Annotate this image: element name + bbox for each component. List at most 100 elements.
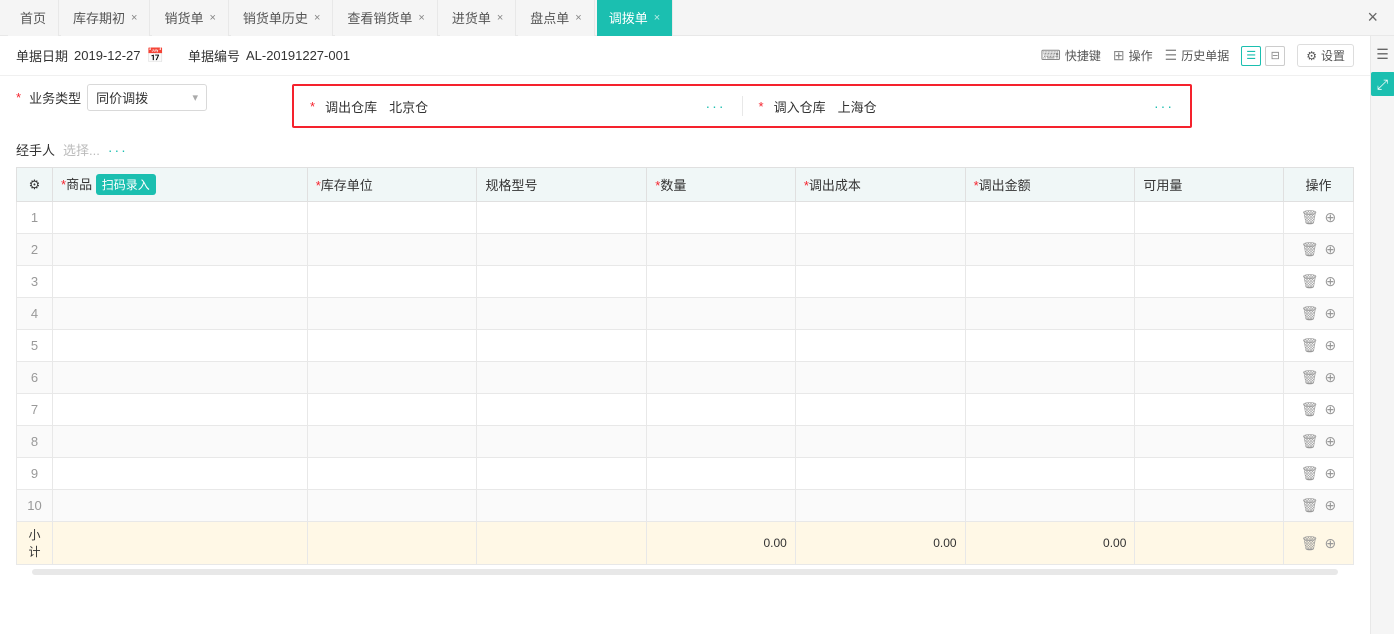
- cost-cell[interactable]: [795, 234, 965, 266]
- tab-transfer[interactable]: 调拨单×: [597, 0, 673, 36]
- scroll-indicator[interactable]: [32, 569, 1338, 575]
- tab-close-view-sales[interactable]: ×: [418, 12, 424, 24]
- amount-cell[interactable]: [965, 330, 1135, 362]
- delete-row-icon[interactable]: 🗑: [1301, 209, 1319, 226]
- copy-row-icon[interactable]: ⊕: [1325, 209, 1337, 226]
- delete-row-icon[interactable]: 🗑: [1301, 433, 1319, 450]
- layout-list-icon[interactable]: ☰: [1241, 46, 1261, 66]
- product-cell[interactable]: [53, 458, 308, 490]
- tab-close-sales-history[interactable]: ×: [314, 12, 320, 24]
- spec-cell[interactable]: [477, 202, 647, 234]
- cost-cell[interactable]: [795, 490, 965, 522]
- handler-more-btn[interactable]: ···: [108, 142, 128, 158]
- copy-row-icon[interactable]: ⊕: [1325, 305, 1337, 322]
- close-window-button[interactable]: ×: [1359, 7, 1386, 28]
- cost-cell[interactable]: [795, 202, 965, 234]
- product-cell[interactable]: [53, 234, 308, 266]
- qty-cell[interactable]: [647, 362, 796, 394]
- tab-close-transfer[interactable]: ×: [654, 12, 660, 24]
- spec-cell[interactable]: [477, 362, 647, 394]
- delete-row-icon[interactable]: 🗑: [1301, 497, 1319, 514]
- operations-button[interactable]: ⊞ 操作: [1113, 47, 1153, 64]
- cost-cell[interactable]: [795, 426, 965, 458]
- settings-button[interactable]: ⚙ 设置: [1297, 44, 1354, 67]
- tab-close-opening[interactable]: ×: [131, 12, 137, 24]
- in-warehouse-more-btn[interactable]: ···: [1154, 98, 1174, 114]
- handler-input[interactable]: 选择...: [63, 140, 100, 159]
- product-cell[interactable]: [53, 202, 308, 234]
- delete-row-icon[interactable]: 🗑: [1301, 241, 1319, 258]
- product-cell[interactable]: [53, 266, 308, 298]
- delete-row-icon[interactable]: 🗑: [1301, 305, 1319, 322]
- qty-cell[interactable]: [647, 426, 796, 458]
- tab-close-stocktake[interactable]: ×: [575, 12, 581, 24]
- history-button[interactable]: ☰ 历史单据: [1165, 47, 1230, 64]
- amount-cell[interactable]: [965, 234, 1135, 266]
- unit-cell[interactable]: [307, 202, 477, 234]
- qty-cell[interactable]: [647, 266, 796, 298]
- business-type-selector[interactable]: 同价调拨 ▾: [87, 84, 207, 111]
- tab-home[interactable]: 首页: [8, 0, 59, 36]
- tab-close-sales-order[interactable]: ×: [209, 12, 215, 24]
- copy-row-icon[interactable]: ⊕: [1325, 433, 1337, 450]
- delete-row-icon[interactable]: 🗑: [1301, 337, 1319, 354]
- spec-cell[interactable]: [477, 426, 647, 458]
- spec-cell[interactable]: [477, 458, 647, 490]
- product-cell[interactable]: [53, 298, 308, 330]
- delete-row-icon[interactable]: 🗑: [1301, 273, 1319, 290]
- delete-row-icon[interactable]: 🗑: [1301, 369, 1319, 386]
- cost-cell[interactable]: [795, 394, 965, 426]
- amount-cell[interactable]: [965, 394, 1135, 426]
- copy-row-icon[interactable]: ⊕: [1325, 401, 1337, 418]
- amount-cell[interactable]: [965, 202, 1135, 234]
- sidebar-expand-icon[interactable]: ⤢: [1371, 72, 1394, 96]
- copy-icon[interactable]: ⊕: [1325, 535, 1337, 552]
- product-cell[interactable]: [53, 394, 308, 426]
- tab-sales-history[interactable]: 销货单历史×: [231, 0, 333, 36]
- unit-cell[interactable]: [307, 426, 477, 458]
- amount-cell[interactable]: [965, 298, 1135, 330]
- tab-purchase[interactable]: 进货单×: [440, 0, 516, 36]
- tab-stocktake[interactable]: 盘点单×: [518, 0, 594, 36]
- unit-cell[interactable]: [307, 330, 477, 362]
- shortcut-button[interactable]: ⌨ 快捷键: [1041, 47, 1101, 64]
- amount-cell[interactable]: [965, 362, 1135, 394]
- amount-cell[interactable]: [965, 458, 1135, 490]
- unit-cell[interactable]: [307, 234, 477, 266]
- cost-cell[interactable]: [795, 330, 965, 362]
- spec-cell[interactable]: [477, 490, 647, 522]
- copy-row-icon[interactable]: ⊕: [1325, 337, 1337, 354]
- product-cell[interactable]: [53, 490, 308, 522]
- cost-cell[interactable]: [795, 362, 965, 394]
- product-cell[interactable]: [53, 362, 308, 394]
- layout-grid-icon[interactable]: ⊟: [1265, 46, 1285, 66]
- unit-cell[interactable]: [307, 362, 477, 394]
- amount-cell[interactable]: [965, 426, 1135, 458]
- delete-row-icon[interactable]: 🗑: [1301, 401, 1319, 418]
- copy-row-icon[interactable]: ⊕: [1325, 369, 1337, 386]
- unit-cell[interactable]: [307, 394, 477, 426]
- qty-cell[interactable]: [647, 298, 796, 330]
- copy-row-icon[interactable]: ⊕: [1325, 465, 1337, 482]
- delete-row-icon[interactable]: 🗑: [1301, 465, 1319, 482]
- cost-cell[interactable]: [795, 266, 965, 298]
- sidebar-doc-icon[interactable]: ☰: [1373, 44, 1393, 64]
- product-cell[interactable]: [53, 330, 308, 362]
- spec-cell[interactable]: [477, 234, 647, 266]
- unit-cell[interactable]: [307, 298, 477, 330]
- spec-cell[interactable]: [477, 394, 647, 426]
- spec-cell[interactable]: [477, 266, 647, 298]
- delete-icon[interactable]: 🗑: [1301, 535, 1319, 552]
- amount-cell[interactable]: [965, 490, 1135, 522]
- qty-cell[interactable]: [647, 202, 796, 234]
- cost-cell[interactable]: [795, 298, 965, 330]
- calendar-icon[interactable]: 📅: [147, 47, 164, 64]
- qty-cell[interactable]: [647, 490, 796, 522]
- tab-opening[interactable]: 库存期初×: [61, 0, 150, 36]
- amount-cell[interactable]: [965, 266, 1135, 298]
- copy-row-icon[interactable]: ⊕: [1325, 497, 1337, 514]
- tab-sales-order[interactable]: 销货单×: [152, 0, 228, 36]
- unit-cell[interactable]: [307, 266, 477, 298]
- unit-cell[interactable]: [307, 490, 477, 522]
- unit-cell[interactable]: [307, 458, 477, 490]
